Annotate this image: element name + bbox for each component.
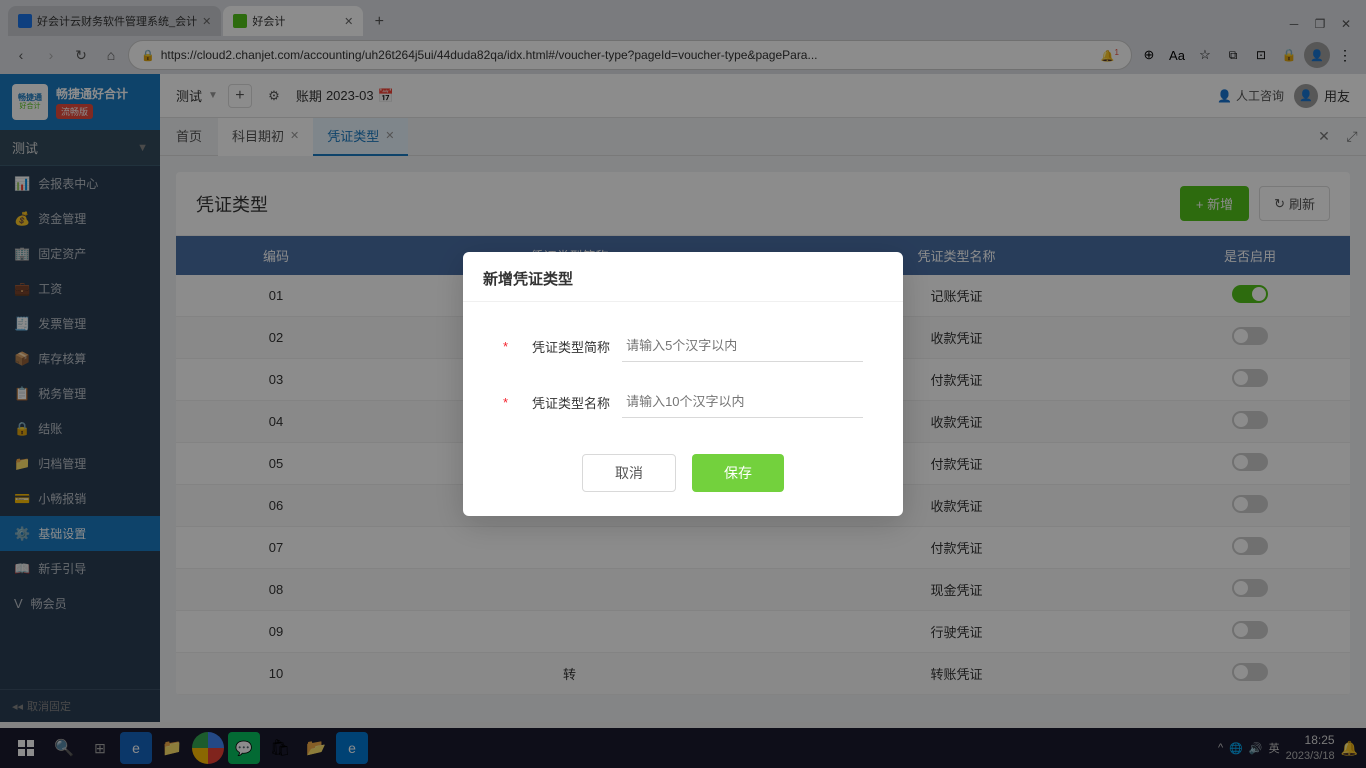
abbr-required: * [503, 339, 508, 354]
cancel-button[interactable]: 取消 [582, 454, 676, 492]
modal: 新增凭证类型 * 凭证类型简称 * 凭证类型名称 取消 保存 [463, 252, 903, 516]
modal-overlay: 新增凭证类型 * 凭证类型简称 * 凭证类型名称 取消 保存 [0, 0, 1366, 768]
name-required: * [503, 395, 508, 410]
name-label: 凭证类型名称 [520, 393, 610, 412]
modal-header: 新增凭证类型 [463, 252, 903, 302]
modal-body: * 凭证类型简称 * 凭证类型名称 [463, 302, 903, 438]
name-input[interactable] [622, 386, 863, 418]
abbr-form-item: * 凭证类型简称 [503, 330, 863, 362]
abbr-input[interactable] [622, 330, 863, 362]
modal-title: 新增凭证类型 [483, 268, 573, 289]
name-form-item: * 凭证类型名称 [503, 386, 863, 418]
save-button[interactable]: 保存 [692, 454, 784, 492]
modal-footer: 取消 保存 [463, 438, 903, 516]
abbr-label: 凭证类型简称 [520, 337, 610, 356]
